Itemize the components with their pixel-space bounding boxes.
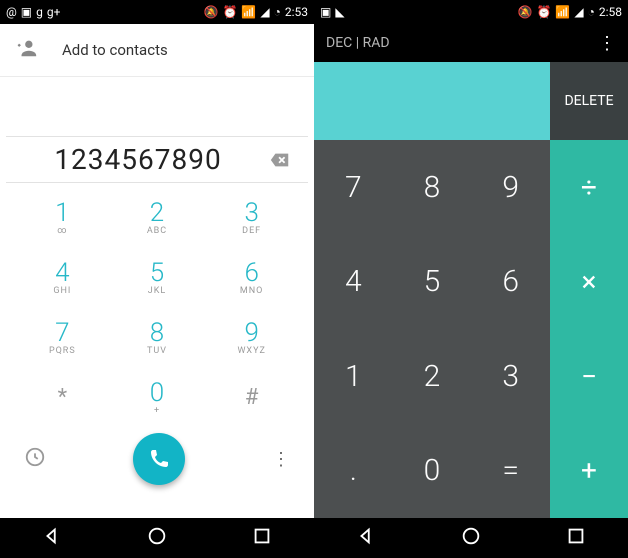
- key-hash[interactable]: #: [207, 371, 296, 423]
- key-1[interactable]: 1: [314, 329, 393, 424]
- status-left: @ ▣ g g+: [6, 5, 60, 19]
- bottom-bar: ⋮: [0, 427, 314, 495]
- key-0[interactable]: 0+: [113, 371, 202, 423]
- mode-bar: DEC | RAD ⋮: [314, 24, 628, 62]
- operator-column: ÷ × − +: [550, 140, 628, 518]
- op-plus[interactable]: +: [550, 424, 628, 519]
- key-8[interactable]: 8TUV: [113, 311, 202, 363]
- nav-bar: [314, 518, 628, 558]
- key-7[interactable]: 7: [314, 140, 393, 235]
- key-4[interactable]: 4GHI: [18, 251, 107, 303]
- delete-button[interactable]: DELETE: [550, 62, 628, 140]
- clock: 2:58: [599, 5, 622, 19]
- key-8[interactable]: 8: [393, 140, 472, 235]
- key-2[interactable]: 2: [393, 329, 472, 424]
- wifi-icon: 📶: [555, 5, 570, 19]
- call-button[interactable]: [133, 433, 185, 485]
- key-2[interactable]: 2ABC: [113, 191, 202, 243]
- status-bar: ▣ ◣ 🔕 ⏰ 📶 ◢ ◔ 2:58: [314, 0, 628, 24]
- battery-icon: ◔: [588, 5, 595, 19]
- numpad: 7 8 9 4 5 6 1 2 3 . 0 =: [314, 140, 550, 518]
- key-3[interactable]: 3: [471, 329, 550, 424]
- mute-icon: 🔕: [518, 5, 533, 19]
- signal-icon: ◢: [574, 5, 583, 19]
- overflow-icon[interactable]: ⋮: [598, 33, 616, 54]
- dialer-body: Add to contacts 1234567890 1∞ 2ABC 3DEF …: [0, 24, 314, 518]
- key-0[interactable]: 0: [393, 424, 472, 519]
- status-right: 🔕 ⏰ 📶 ◢ ◔ 2:58: [518, 5, 622, 19]
- op-multiply[interactable]: ×: [550, 235, 628, 330]
- key-7[interactable]: 7PQRS: [18, 311, 107, 363]
- back-button[interactable]: [41, 525, 63, 551]
- google-icon: g: [36, 5, 43, 19]
- display-row: DELETE: [314, 62, 628, 140]
- key-6[interactable]: 6MNO: [207, 251, 296, 303]
- key-equals[interactable]: =: [471, 424, 550, 519]
- wifi-icon: 📶: [241, 5, 256, 19]
- key-3[interactable]: 3DEF: [207, 191, 296, 243]
- key-6[interactable]: 6: [471, 235, 550, 330]
- key-1[interactable]: 1∞: [18, 191, 107, 243]
- notif2-icon: ◣: [335, 5, 344, 19]
- dialer-screen: @ ▣ g g+ 🔕 ⏰ 📶 ◢ ◔ 2:53 Add to contacts …: [0, 0, 314, 558]
- add-contact-label: Add to contacts: [62, 41, 168, 59]
- recent-button[interactable]: [565, 525, 587, 551]
- gplus-icon: g+: [47, 5, 61, 19]
- at-icon: @: [6, 5, 17, 19]
- alarm-icon: ⏰: [536, 5, 551, 19]
- add-contact-bar[interactable]: Add to contacts: [0, 24, 314, 76]
- home-button[interactable]: [460, 525, 482, 551]
- key-5[interactable]: 5: [393, 235, 472, 330]
- battery-icon: ◔: [274, 5, 281, 19]
- calculator-body: DEC | RAD ⋮ DELETE 7 8 9 4 5 6 1 2 3 . 0…: [314, 24, 628, 518]
- keypad: 7 8 9 4 5 6 1 2 3 . 0 = ÷ × − +: [314, 140, 628, 518]
- signal-icon: ◢: [260, 5, 269, 19]
- home-button[interactable]: [146, 525, 168, 551]
- key-9[interactable]: 9WXYZ: [207, 311, 296, 363]
- status-bar: @ ▣ g g+ 🔕 ⏰ 📶 ◢ ◔ 2:53: [0, 0, 314, 24]
- add-contact-icon: [16, 37, 38, 63]
- notif-icon: ▣: [320, 5, 331, 19]
- clock: 2:53: [285, 5, 308, 19]
- op-minus[interactable]: −: [550, 329, 628, 424]
- dialpad: 1∞ 2ABC 3DEF 4GHI 5JKL 6MNO 7PQRS 8TUV 9…: [0, 183, 314, 427]
- alarm-icon: ⏰: [222, 5, 237, 19]
- status-right: 🔕 ⏰ 📶 ◢ ◔ 2:53: [204, 5, 308, 19]
- number-row: 1234567890: [6, 136, 308, 183]
- key-4[interactable]: 4: [314, 235, 393, 330]
- calculator-screen: ▣ ◣ 🔕 ⏰ 📶 ◢ ◔ 2:58 DEC | RAD ⋮ DELETE 7 …: [314, 0, 628, 558]
- key-dot[interactable]: .: [314, 424, 393, 519]
- overflow-icon[interactable]: ⋮: [272, 449, 290, 470]
- display: [314, 62, 550, 140]
- recent-button[interactable]: [251, 525, 273, 551]
- recents-icon[interactable]: [24, 446, 46, 472]
- notif-icon: ▣: [21, 5, 32, 19]
- mode-label[interactable]: DEC | RAD: [326, 35, 390, 51]
- key-9[interactable]: 9: [471, 140, 550, 235]
- back-button[interactable]: [355, 525, 377, 551]
- mute-icon: 🔕: [204, 5, 219, 19]
- nav-bar: [0, 518, 314, 558]
- key-star[interactable]: *: [18, 371, 107, 423]
- dialed-number: 1234567890: [20, 143, 256, 176]
- backspace-icon[interactable]: [266, 149, 294, 171]
- op-divide[interactable]: ÷: [550, 140, 628, 235]
- key-5[interactable]: 5JKL: [113, 251, 202, 303]
- status-left: ▣ ◣: [320, 5, 345, 19]
